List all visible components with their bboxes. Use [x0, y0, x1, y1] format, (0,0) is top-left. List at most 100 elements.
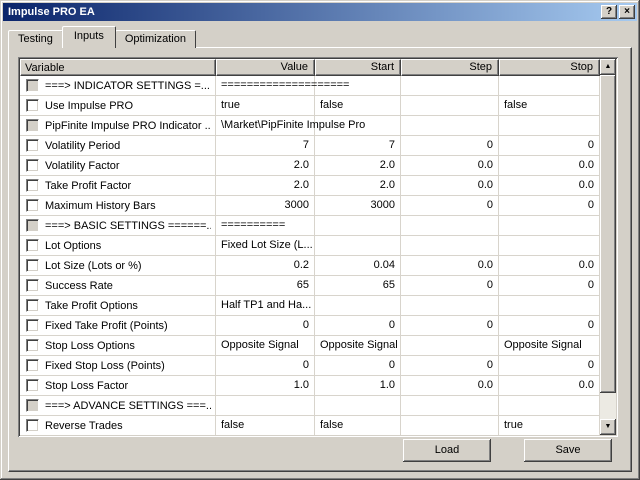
start-cell[interactable]: 1.0: [315, 376, 401, 396]
optimize-checkbox[interactable]: [26, 159, 39, 172]
stop-cell[interactable]: 0: [499, 316, 600, 336]
value-cell[interactable]: 7: [216, 136, 315, 156]
start-cell[interactable]: 0: [315, 356, 401, 376]
start-cell[interactable]: false: [315, 416, 401, 435]
optimize-checkbox[interactable]: [26, 339, 39, 352]
optimize-checkbox[interactable]: [26, 239, 39, 252]
start-cell[interactable]: Opposite Signal: [315, 336, 401, 356]
value-cell[interactable]: 65: [216, 276, 315, 296]
start-cell[interactable]: 2.0: [315, 156, 401, 176]
step-cell[interactable]: 0.0: [401, 376, 499, 396]
step-cell[interactable]: 0: [401, 136, 499, 156]
start-cell[interactable]: 3000: [315, 196, 401, 216]
optimize-checkbox[interactable]: [26, 139, 39, 152]
load-button[interactable]: Load: [403, 439, 491, 462]
table-row[interactable]: Use Impulse PRO true false false: [20, 96, 600, 116]
table-row[interactable]: Reverse Trades false false true: [20, 416, 600, 435]
stop-cell[interactable]: Opposite Signal: [499, 336, 600, 356]
start-cell[interactable]: 65: [315, 276, 401, 296]
value-cell[interactable]: Fixed Lot Size (L...: [216, 236, 315, 256]
table-row[interactable]: Stop Loss Options Opposite Signal Opposi…: [20, 336, 600, 356]
start-cell[interactable]: [315, 396, 401, 416]
table-row[interactable]: Take Profit Options Half TP1 and Ha...: [20, 296, 600, 316]
table-row[interactable]: ===> ADVANCE SETTINGS ===...: [20, 396, 600, 416]
step-cell[interactable]: [401, 236, 499, 256]
table-row[interactable]: Fixed Stop Loss (Points) 0 0 0 0: [20, 356, 600, 376]
stop-cell[interactable]: [499, 116, 600, 136]
stop-cell[interactable]: 0: [499, 136, 600, 156]
step-cell[interactable]: 0.0: [401, 176, 499, 196]
table-row[interactable]: Volatility Factor 2.0 2.0 0.0 0.0: [20, 156, 600, 176]
optimize-checkbox[interactable]: [26, 179, 39, 192]
start-cell[interactable]: [315, 236, 401, 256]
tab-testing[interactable]: Testing: [8, 30, 63, 48]
stop-cell[interactable]: [499, 216, 600, 236]
step-cell[interactable]: 0.0: [401, 156, 499, 176]
stop-cell[interactable]: 0: [499, 356, 600, 376]
step-cell[interactable]: 0: [401, 276, 499, 296]
start-cell[interactable]: 0.04: [315, 256, 401, 276]
optimize-checkbox[interactable]: [26, 359, 39, 372]
start-cell[interactable]: [315, 116, 401, 136]
optimize-checkbox[interactable]: [26, 279, 39, 292]
table-row[interactable]: Stop Loss Factor 1.0 1.0 0.0 0.0: [20, 376, 600, 396]
stop-cell[interactable]: 0.0: [499, 256, 600, 276]
value-cell[interactable]: Opposite Signal: [216, 336, 315, 356]
optimize-checkbox[interactable]: [26, 199, 39, 212]
step-cell[interactable]: [401, 396, 499, 416]
value-cell[interactable]: 2.0: [216, 156, 315, 176]
tab-optimization[interactable]: Optimization: [114, 30, 196, 48]
start-cell[interactable]: [315, 216, 401, 236]
optimize-checkbox[interactable]: [26, 259, 39, 272]
step-cell[interactable]: 0: [401, 316, 499, 336]
value-cell[interactable]: Half TP1 and Ha...: [216, 296, 315, 316]
tab-inputs[interactable]: Inputs: [61, 26, 116, 48]
header-start[interactable]: Start: [315, 59, 401, 76]
stop-cell[interactable]: [499, 296, 600, 316]
table-row[interactable]: Take Profit Factor 2.0 2.0 0.0 0.0: [20, 176, 600, 196]
header-stop[interactable]: Stop: [499, 59, 600, 76]
value-cell[interactable]: 0.2: [216, 256, 315, 276]
stop-cell[interactable]: 0.0: [499, 176, 600, 196]
help-icon[interactable]: ?: [601, 5, 617, 19]
step-cell[interactable]: [401, 76, 499, 96]
value-cell[interactable]: 0: [216, 356, 315, 376]
value-cell[interactable]: false: [216, 416, 315, 435]
stop-cell[interactable]: 0.0: [499, 156, 600, 176]
scrollbar-thumb[interactable]: [600, 75, 616, 393]
value-cell[interactable]: 0: [216, 316, 315, 336]
value-cell[interactable]: [216, 396, 315, 416]
table-row[interactable]: Success Rate 65 65 0 0: [20, 276, 600, 296]
table-row[interactable]: ===> INDICATOR SETTINGS =... ===========…: [20, 76, 600, 96]
table-row[interactable]: Fixed Take Profit (Points) 0 0 0 0: [20, 316, 600, 336]
step-cell[interactable]: 0: [401, 196, 499, 216]
step-cell[interactable]: [401, 336, 499, 356]
optimize-checkbox[interactable]: [26, 99, 39, 112]
step-cell[interactable]: [401, 96, 499, 116]
title-bar[interactable]: Impulse PRO EA ? ×: [3, 3, 637, 21]
step-cell[interactable]: [401, 296, 499, 316]
stop-cell[interactable]: [499, 76, 600, 96]
step-cell[interactable]: [401, 116, 499, 136]
step-cell[interactable]: [401, 216, 499, 236]
start-cell[interactable]: [315, 296, 401, 316]
start-cell[interactable]: false: [315, 96, 401, 116]
value-cell[interactable]: ==========: [216, 216, 315, 236]
start-cell[interactable]: 0: [315, 316, 401, 336]
table-row[interactable]: ===> BASIC SETTINGS ======... ==========: [20, 216, 600, 236]
value-cell[interactable]: \Market\PipFinite Impulse Pro: [216, 116, 365, 136]
optimize-checkbox[interactable]: [26, 419, 39, 432]
value-cell[interactable]: 3000: [216, 196, 315, 216]
start-cell[interactable]: [315, 76, 401, 96]
step-cell[interactable]: [401, 416, 499, 435]
stop-cell[interactable]: 0: [499, 276, 600, 296]
save-button[interactable]: Save: [524, 439, 612, 462]
table-row[interactable]: Maximum History Bars 3000 3000 0 0: [20, 196, 600, 216]
start-cell[interactable]: 7: [315, 136, 401, 156]
header-variable[interactable]: Variable: [20, 59, 216, 76]
vertical-scrollbar[interactable]: ▲ ▼: [600, 59, 616, 435]
optimize-checkbox[interactable]: [26, 319, 39, 332]
stop-cell[interactable]: 0.0: [499, 376, 600, 396]
table-row[interactable]: PipFinite Impulse PRO Indicator ... \Mar…: [20, 116, 600, 136]
header-value[interactable]: Value: [216, 59, 315, 76]
